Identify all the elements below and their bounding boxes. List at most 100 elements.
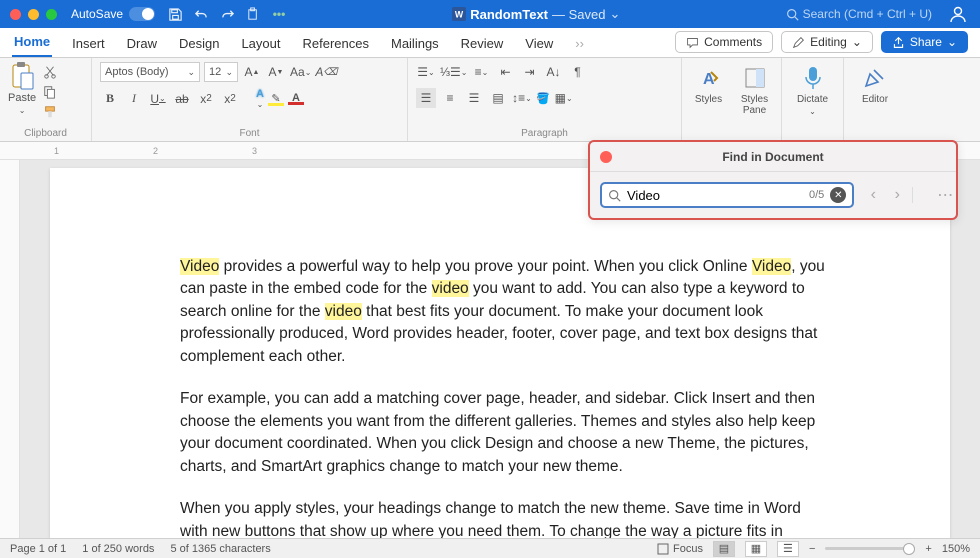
decrease-font-icon[interactable]: A▼ <box>266 62 286 82</box>
dictate-button[interactable]: Dictate ⌄ <box>791 62 834 118</box>
align-right-icon[interactable]: ☰ <box>464 88 484 108</box>
char-count[interactable]: 5 of 1365 characters <box>170 543 270 555</box>
focus-mode-button[interactable]: Focus <box>657 543 703 555</box>
underline-button[interactable]: U⌄ <box>148 89 168 109</box>
chevron-down-icon[interactable]: ⌄ <box>19 106 26 115</box>
borders-icon[interactable]: ▦⌄ <box>554 88 574 108</box>
find-options-icon[interactable]: ⋯ <box>936 185 954 205</box>
tab-references[interactable]: References <box>301 31 371 57</box>
sort-icon[interactable]: A↓ <box>543 62 563 82</box>
editor-button[interactable]: Editor <box>855 62 895 107</box>
svg-text:W: W <box>455 10 464 20</box>
numbering-icon[interactable]: ⅓☰⌄ <box>440 62 467 82</box>
styles-button[interactable]: A Styles <box>689 62 729 107</box>
search-icon <box>608 189 621 202</box>
font-size-combo[interactable]: 12⌄ <box>204 62 238 82</box>
multilevel-icon[interactable]: ≡⌄ <box>471 62 491 82</box>
zoom-level[interactable]: 150% <box>942 543 970 555</box>
tab-design[interactable]: Design <box>177 31 221 57</box>
subscript-button[interactable]: x2 <box>196 89 216 109</box>
mic-icon <box>799 64 827 92</box>
shading-icon[interactable]: 🪣 <box>536 92 550 105</box>
highlight-button[interactable]: ✎ <box>268 92 284 106</box>
tab-insert[interactable]: Insert <box>70 31 107 57</box>
save-icon[interactable] <box>167 6 183 22</box>
tab-view[interactable]: View <box>523 31 555 57</box>
find-input-wrapper: 0/5 ✕ <box>600 182 854 208</box>
comments-button[interactable]: Comments <box>675 31 773 53</box>
find-highlight: video <box>325 303 362 320</box>
tab-draw[interactable]: Draw <box>125 31 159 57</box>
justify-icon[interactable]: ▤ <box>488 88 508 108</box>
tab-mailings[interactable]: Mailings <box>389 31 441 57</box>
tabs-overflow-icon[interactable]: ›› <box>573 31 586 57</box>
autosave-toggle[interactable]: AutoSave <box>71 7 155 21</box>
copy-icon[interactable] <box>42 84 58 100</box>
paragraph-2[interactable]: For example, you can add a matching cove… <box>180 388 830 478</box>
vertical-ruler[interactable] <box>0 160 20 538</box>
superscript-button[interactable]: x2 <box>220 89 240 109</box>
paste-icon[interactable] <box>8 62 36 90</box>
find-highlight: Video <box>180 258 219 275</box>
bullets-icon[interactable]: ☰⌄ <box>416 62 436 82</box>
page-status[interactable]: Page 1 of 1 <box>10 543 66 555</box>
close-icon[interactable] <box>600 151 612 163</box>
increase-font-icon[interactable]: A▲ <box>242 62 262 82</box>
indent-right-icon[interactable]: ⇥ <box>519 62 539 82</box>
redo-icon[interactable] <box>219 6 235 22</box>
chevron-down-icon: ⌄ <box>809 107 816 116</box>
tab-review[interactable]: Review <box>459 31 506 57</box>
change-case-icon[interactable]: Aa⌄ <box>290 62 311 82</box>
ribbon: Paste ⌄ Clipboard Aptos (Body)⌄ 12⌄ A▲ A… <box>0 58 980 142</box>
paragraph-1[interactable]: Video provides a powerful way to help yo… <box>180 256 830 368</box>
zoom-out-icon[interactable]: − <box>809 543 815 555</box>
maximize-window-icon[interactable] <box>46 9 57 20</box>
group-dictate: Dictate ⌄ <box>782 58 844 141</box>
document-page[interactable]: Video provides a powerful way to help yo… <box>50 168 950 538</box>
line-spacing-icon[interactable]: ↕≡⌄ <box>512 88 532 108</box>
find-input[interactable] <box>627 188 803 203</box>
italic-button[interactable]: I <box>124 89 144 109</box>
web-layout-view-icon[interactable]: ▦ <box>745 541 767 557</box>
clear-format-icon[interactable]: A⌫ <box>315 62 337 82</box>
strike-button[interactable]: ab <box>172 89 192 109</box>
indent-left-icon[interactable]: ⇤ <box>495 62 515 82</box>
share-button[interactable]: Share ⌄ <box>881 31 968 53</box>
tab-home[interactable]: Home <box>12 29 52 57</box>
search-bar[interactable]: Search (Cmd + Ctrl + U) <box>786 7 932 21</box>
find-highlight: video <box>432 280 469 297</box>
styles-pane-button[interactable]: Styles Pane <box>735 62 775 118</box>
find-next-icon[interactable]: › <box>888 186 906 204</box>
zoom-slider[interactable] <box>825 547 915 550</box>
align-left-icon[interactable]: ☰ <box>416 88 436 108</box>
format-painter-icon[interactable] <box>42 104 58 120</box>
cut-icon[interactable] <box>42 64 58 80</box>
tab-layout[interactable]: Layout <box>239 31 282 57</box>
switch-icon[interactable] <box>129 7 155 21</box>
undo-icon[interactable] <box>193 6 209 22</box>
text-effects-button[interactable]: A⌄ <box>256 88 264 109</box>
editing-mode-button[interactable]: Editing ⌄ <box>781 31 873 53</box>
paste-qat-icon[interactable] <box>245 6 261 22</box>
zoom-in-icon[interactable]: + <box>925 543 931 555</box>
show-marks-icon[interactable]: ¶ <box>567 62 587 82</box>
outline-view-icon[interactable]: ☰ <box>777 541 799 557</box>
find-prev-icon[interactable]: ‹ <box>864 186 882 204</box>
print-layout-view-icon[interactable]: ▤ <box>713 541 735 557</box>
doc-status-label: — Saved <box>552 7 605 22</box>
paragraph-3[interactable]: When you apply styles, your headings cha… <box>180 498 830 538</box>
ellipsis-icon[interactable]: ••• <box>271 6 287 22</box>
word-count[interactable]: 1 of 250 words <box>82 543 154 555</box>
close-window-icon[interactable] <box>10 9 21 20</box>
chevron-down-icon: ⌄ <box>947 35 957 49</box>
bold-button[interactable]: B <box>100 89 120 109</box>
find-panel: Find in Document 0/5 ✕ ‹ › ⋯ <box>588 140 958 220</box>
clear-icon[interactable]: ✕ <box>830 187 846 203</box>
align-center-icon[interactable]: ≡ <box>440 88 460 108</box>
font-name-combo[interactable]: Aptos (Body)⌄ <box>100 62 200 82</box>
font-color-button[interactable]: A <box>288 92 304 105</box>
chevron-down-icon[interactable]: ⌄ <box>610 6 621 22</box>
ruler-mark: 3 <box>252 146 257 156</box>
minimize-window-icon[interactable] <box>28 9 39 20</box>
profile-icon[interactable] <box>946 2 970 26</box>
